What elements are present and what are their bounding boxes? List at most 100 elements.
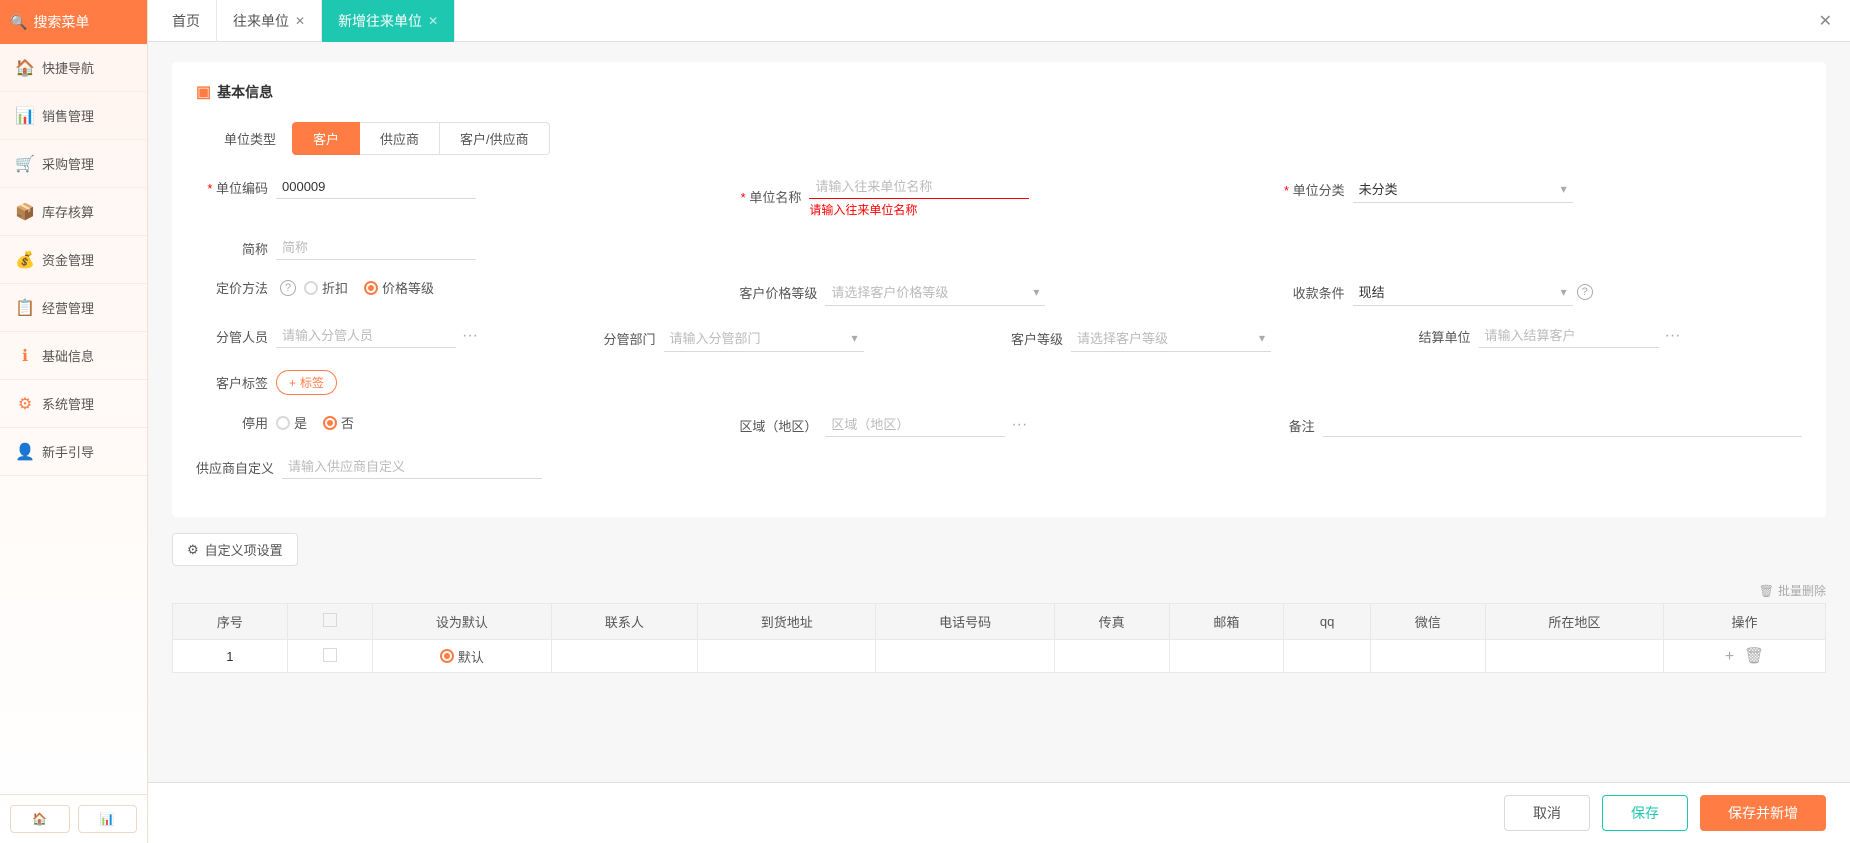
sidebar-item-inventory[interactable]: 📦 库存核算 bbox=[0, 188, 147, 236]
dept-placeholder: 请输入分管部门 bbox=[670, 328, 848, 347]
unit-name-input[interactable] bbox=[809, 175, 1029, 199]
field-abbr: 简称 bbox=[196, 236, 1802, 260]
pricing-help-icon[interactable]: ? bbox=[280, 280, 296, 296]
form-row-4: 分管人员 ··· 分管部门 请输入分管部门 ▾ 客户等级 请选择客户等级 ▾ bbox=[196, 324, 1802, 352]
abbr-input[interactable] bbox=[276, 236, 476, 260]
unit-type-btn-both[interactable]: 客户/供应商 bbox=[440, 122, 550, 155]
field-dept: 分管部门 请输入分管部门 ▾ bbox=[604, 324, 988, 352]
custom-settings-section: ⚙ 自定义项设置 🗑 批量删除 序号 设为默认 联系人 到货地址 电话号码 bbox=[172, 533, 1826, 673]
manager-dots[interactable]: ··· bbox=[462, 327, 478, 345]
operations-icon: 📋 bbox=[16, 299, 34, 317]
unit-type-btn-supplier[interactable]: 供应商 bbox=[360, 122, 440, 155]
disabled-label: 停用 bbox=[196, 413, 276, 432]
sidebar-item-quicknav[interactable]: 🏠 快捷导航 bbox=[0, 44, 147, 92]
disabled-radio-yes[interactable]: 是 bbox=[276, 413, 307, 432]
sidebar-item-system[interactable]: ⚙ 系统管理 bbox=[0, 380, 147, 428]
guide-icon: 👤 bbox=[16, 443, 34, 461]
basic-info-card: ▣ 基本信息 单位类型 客户 供应商 客户/供应商 单位编码 单位名称 bbox=[172, 62, 1826, 517]
sidebar: 🔍 搜索菜单 🏠 快捷导航 📊 销售管理 🛒 采购管理 📦 库存核算 💰 资金管… bbox=[0, 0, 148, 843]
sidebar-item-operations[interactable]: 📋 经营管理 bbox=[0, 284, 147, 332]
field-pricing: 定价方法 ? 折扣 价格等级 bbox=[196, 278, 715, 297]
form-row-7: 供应商自定义 bbox=[196, 455, 1802, 479]
payment-terms-select[interactable]: 现结 ▾ bbox=[1353, 278, 1573, 306]
sidebar-item-purchase[interactable]: 🛒 采购管理 bbox=[0, 140, 147, 188]
pricing-radio-level-label: 价格等级 bbox=[382, 278, 434, 297]
row-add-btn[interactable]: + bbox=[1722, 648, 1737, 665]
payment-terms-help-icon[interactable]: ? bbox=[1577, 284, 1593, 300]
sidebar-bottom-btn-2[interactable]: 📊 bbox=[78, 805, 138, 833]
col-address: 到货地址 bbox=[698, 604, 876, 640]
tab-new-partner-close[interactable]: ✕ bbox=[428, 14, 438, 28]
col-default: 设为默认 bbox=[373, 604, 551, 640]
unit-type-btn-customer[interactable]: 客户 bbox=[292, 122, 360, 155]
sidebar-item-basics[interactable]: ℹ 基础信息 bbox=[0, 332, 147, 380]
sidebar-item-label: 快捷导航 bbox=[42, 58, 94, 77]
select-all-checkbox[interactable] bbox=[323, 613, 337, 627]
unit-name-error: 请输入往来单位名称 bbox=[809, 201, 1258, 218]
customer-level-select[interactable]: 请选择客户等级 ▾ bbox=[1071, 324, 1271, 352]
sidebar-item-sales[interactable]: 📊 销售管理 bbox=[0, 92, 147, 140]
abbr-label: 简称 bbox=[196, 239, 276, 258]
customer-price-select[interactable]: 请选择客户价格等级 ▾ bbox=[825, 278, 1045, 306]
dept-select[interactable]: 请输入分管部门 ▾ bbox=[664, 324, 864, 352]
settlement-dots[interactable]: ··· bbox=[1665, 327, 1681, 345]
row-checkbox[interactable] bbox=[323, 648, 337, 662]
form-row-2: 简称 bbox=[196, 236, 1802, 260]
disabled-yes-label: 是 bbox=[294, 413, 307, 432]
tab-new-partner[interactable]: 新增往来单位 ✕ bbox=[322, 0, 455, 42]
custom-settings-btn[interactable]: ⚙ 自定义项设置 bbox=[172, 533, 298, 566]
cell-email bbox=[1169, 640, 1284, 673]
sidebar-bottom-btn-1[interactable]: 🏠 bbox=[10, 805, 70, 833]
search-menu-btn[interactable]: 🔍 搜索菜单 bbox=[0, 0, 147, 44]
sidebar-item-guide[interactable]: 👤 新手引导 bbox=[0, 428, 147, 476]
save-button[interactable]: 保存 bbox=[1602, 795, 1688, 831]
sidebar-item-finance[interactable]: 💰 资金管理 bbox=[0, 236, 147, 284]
manager-input[interactable] bbox=[276, 324, 456, 348]
save-new-button[interactable]: 保存并新增 bbox=[1700, 795, 1826, 831]
cancel-button[interactable]: 取消 bbox=[1504, 795, 1590, 831]
disabled-radio-no[interactable]: 否 bbox=[323, 413, 354, 432]
custom-settings-label: 自定义项设置 bbox=[205, 540, 283, 559]
batch-delete-btn[interactable]: 🗑 批量删除 bbox=[172, 582, 1826, 599]
cell-no: 1 bbox=[173, 640, 288, 673]
payment-terms-arrow: ▾ bbox=[1561, 285, 1567, 299]
pricing-radio-level[interactable]: 价格等级 bbox=[364, 278, 434, 297]
col-wechat: 微信 bbox=[1370, 604, 1485, 640]
col-action: 操作 bbox=[1664, 604, 1826, 640]
unit-code-input[interactable] bbox=[276, 175, 476, 199]
disabled-radio-group: 是 否 bbox=[276, 413, 715, 432]
region-dots[interactable]: ··· bbox=[1011, 416, 1027, 434]
field-customer-price: 客户价格等级 请选择客户价格等级 ▾ bbox=[739, 278, 1258, 306]
col-email: 邮箱 bbox=[1169, 604, 1284, 640]
footer-bar: 取消 保存 保存并新增 bbox=[148, 782, 1850, 843]
supplier-custom-input[interactable] bbox=[282, 455, 542, 479]
tab-bar-close-all[interactable]: ✕ bbox=[1809, 11, 1842, 31]
row-default-radio[interactable]: 默认 bbox=[383, 647, 540, 666]
tab-trading-partners[interactable]: 往来单位 ✕ bbox=[217, 0, 322, 42]
tab-home[interactable]: 首页 bbox=[156, 0, 217, 42]
col-checkbox bbox=[287, 604, 372, 640]
remark-input[interactable] bbox=[1323, 413, 1802, 437]
disabled-radio-no-circle bbox=[323, 416, 337, 430]
field-settlement: 结算单位 ··· bbox=[1419, 324, 1803, 348]
cell-qq bbox=[1284, 640, 1371, 673]
contact-table: 序号 设为默认 联系人 到货地址 电话号码 传真 邮箱 qq 微信 所在地区 操… bbox=[172, 603, 1826, 673]
pricing-radio-discount-label: 折扣 bbox=[322, 278, 348, 297]
unit-category-select[interactable]: 未分类 ▾ bbox=[1353, 175, 1573, 203]
col-region: 所在地区 bbox=[1485, 604, 1663, 640]
field-customer-level: 客户等级 请选择客户等级 ▾ bbox=[1011, 324, 1395, 352]
home-icon: 🏠 bbox=[16, 59, 34, 77]
col-qq: qq bbox=[1284, 604, 1371, 640]
batch-delete-icon: 🗑 bbox=[1759, 584, 1774, 598]
pricing-radio-level-circle bbox=[364, 281, 378, 295]
tags-label: 客户标签 bbox=[196, 373, 276, 392]
pricing-radio-discount[interactable]: 折扣 bbox=[304, 278, 348, 297]
disabled-radio-yes-circle bbox=[276, 416, 290, 430]
pricing-radio-group: 折扣 价格等级 bbox=[304, 278, 715, 297]
pricing-label: 定价方法 bbox=[196, 278, 276, 297]
region-input[interactable] bbox=[825, 413, 1005, 437]
row-del-btn[interactable]: 🗑 bbox=[1741, 648, 1767, 665]
tag-add-btn[interactable]: + 标签 bbox=[276, 370, 337, 395]
tab-trading-partners-close[interactable]: ✕ bbox=[295, 14, 305, 28]
settlement-input[interactable] bbox=[1479, 324, 1659, 348]
